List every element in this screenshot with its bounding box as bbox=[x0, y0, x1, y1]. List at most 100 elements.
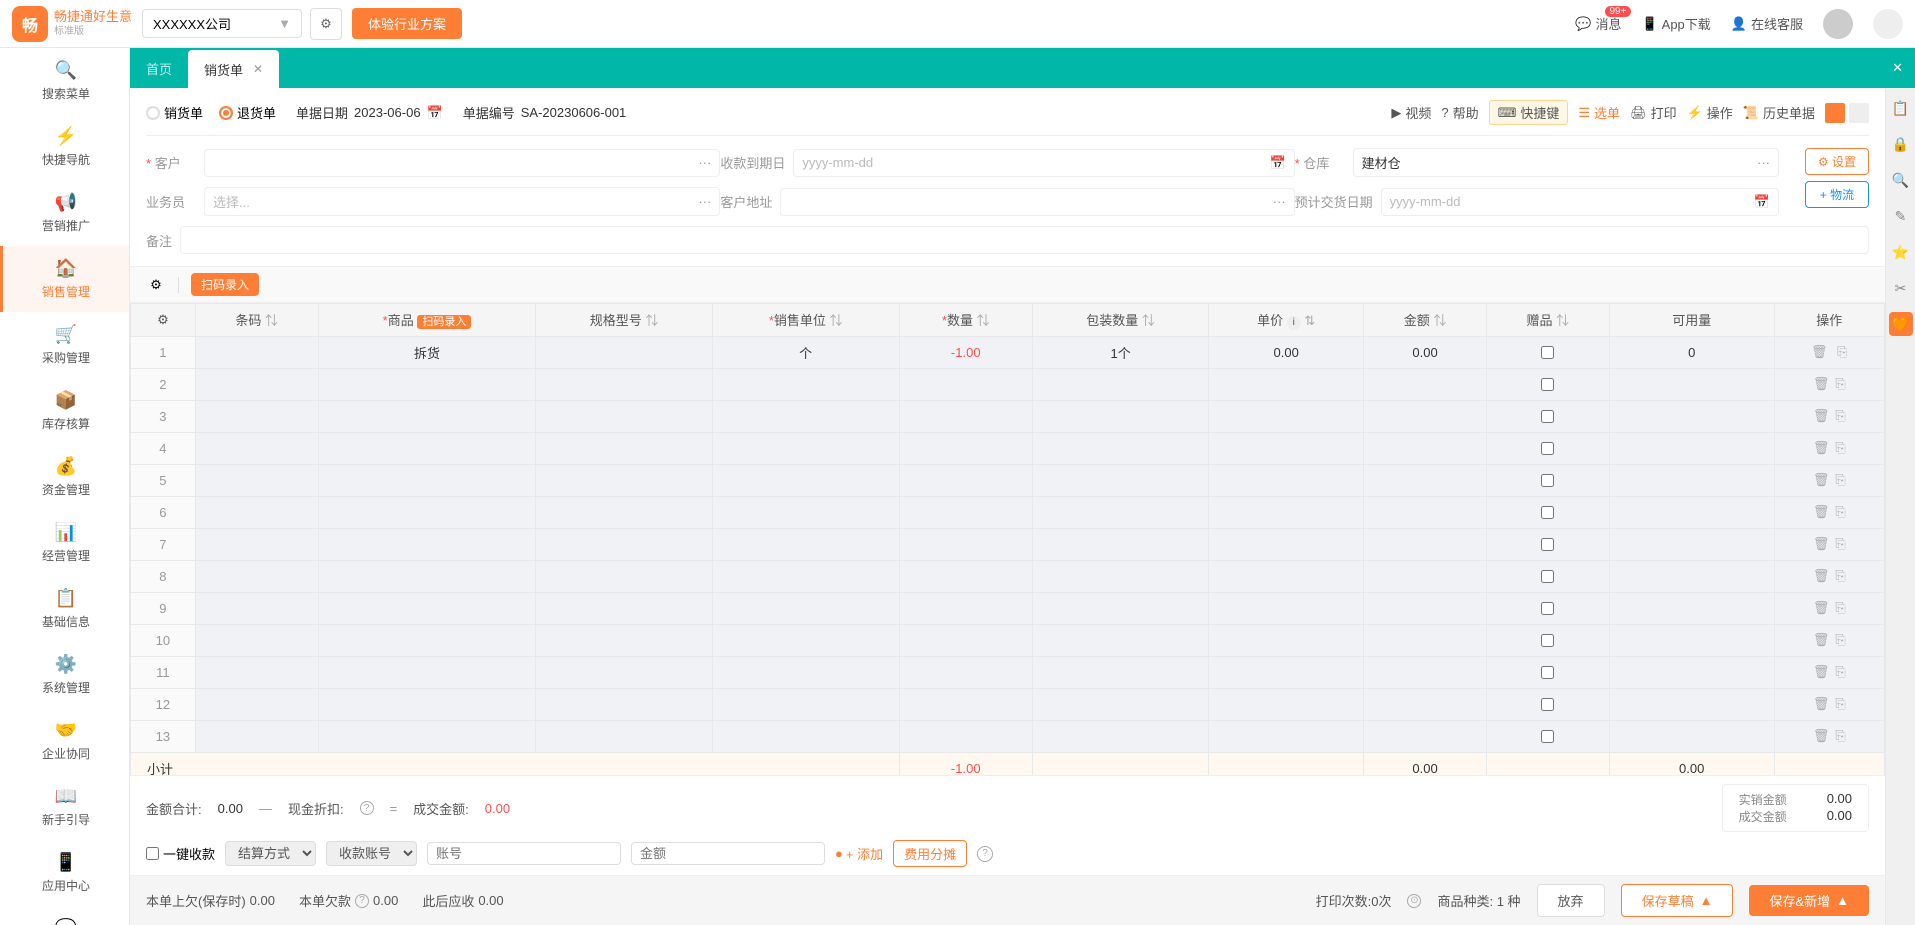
cell-gift[interactable] bbox=[1486, 496, 1609, 528]
th-gift[interactable]: 赠品 ⇅ bbox=[1486, 304, 1609, 337]
app-download-btn[interactable]: 📱 App下载 bbox=[1641, 14, 1710, 33]
history-btn[interactable]: 📜 历史单据 bbox=[1743, 103, 1815, 122]
amount-input[interactable] bbox=[427, 842, 621, 865]
cell-barcode[interactable] bbox=[195, 400, 318, 432]
delete-icon[interactable]: 🗑 bbox=[1813, 440, 1830, 455]
cell-spec[interactable] bbox=[536, 592, 712, 624]
cell-gift[interactable] bbox=[1486, 720, 1609, 752]
cell-barcode[interactable] bbox=[195, 656, 318, 688]
cell-amount[interactable] bbox=[1364, 528, 1487, 560]
gift-checkbox[interactable] bbox=[1541, 474, 1554, 487]
calc-method-select[interactable]: 结算方式 bbox=[225, 841, 316, 866]
sidebar-item-inventory[interactable]: 📦 库存核算 bbox=[0, 378, 129, 444]
cell-gift[interactable] bbox=[1486, 688, 1609, 720]
cell-product[interactable] bbox=[318, 720, 536, 752]
gift-checkbox[interactable] bbox=[1541, 634, 1554, 647]
gift-checkbox[interactable] bbox=[1541, 346, 1554, 359]
delete-icon[interactable]: 🗑 bbox=[1813, 632, 1830, 647]
delete-icon[interactable]: 🗑 bbox=[1813, 600, 1830, 615]
cell-pkg-qty[interactable] bbox=[1032, 528, 1208, 560]
delete-icon[interactable]: 🗑 bbox=[1813, 664, 1830, 679]
th-price[interactable]: 单价 i ⇅ bbox=[1209, 304, 1364, 337]
cell-product[interactable] bbox=[318, 560, 536, 592]
panel-icon-3[interactable]: 🔍 bbox=[1889, 168, 1913, 192]
cell-unit[interactable] bbox=[712, 368, 899, 400]
payment-date-input[interactable]: yyyy-mm-dd 📅 bbox=[793, 149, 1294, 177]
gift-checkbox[interactable] bbox=[1541, 666, 1554, 679]
cell-spec[interactable] bbox=[536, 336, 712, 368]
account-select[interactable]: 收款账号 bbox=[326, 841, 417, 866]
cell-gift[interactable] bbox=[1486, 528, 1609, 560]
trial-button[interactable]: 体验行业方案 bbox=[352, 8, 462, 39]
cell-gift[interactable] bbox=[1486, 624, 1609, 656]
customer-dots-icon[interactable]: ··· bbox=[698, 155, 711, 170]
cell-product[interactable] bbox=[318, 432, 536, 464]
cell-qty[interactable] bbox=[899, 400, 1032, 432]
cell-pkg-qty[interactable] bbox=[1032, 560, 1208, 592]
avatar[interactable] bbox=[1823, 9, 1853, 39]
cell-spec[interactable] bbox=[536, 656, 712, 688]
sidebar-item-enterprise[interactable]: 🤝 企业协同 bbox=[0, 708, 129, 774]
cell-price[interactable] bbox=[1209, 400, 1364, 432]
cell-amount[interactable] bbox=[1364, 720, 1487, 752]
delete-icon[interactable]: 🗑 bbox=[1813, 376, 1830, 391]
cell-qty[interactable] bbox=[899, 720, 1032, 752]
table-settings-icon[interactable]: ⚙ bbox=[146, 275, 166, 295]
add-btn[interactable]: ● + 添加 bbox=[835, 844, 883, 863]
th-pkg-qty[interactable]: 包装数量 ⇅ bbox=[1032, 304, 1208, 337]
copy-icon[interactable]: ⎘ bbox=[1835, 600, 1845, 615]
cell-price[interactable] bbox=[1209, 592, 1364, 624]
cell-qty[interactable] bbox=[899, 624, 1032, 656]
list-view-btn[interactable] bbox=[1825, 103, 1845, 123]
cell-amount[interactable] bbox=[1364, 496, 1487, 528]
tab-sales-order[interactable]: 销货单 ✕ bbox=[188, 50, 279, 88]
cell-product[interactable] bbox=[318, 656, 536, 688]
sidebar-item-sales[interactable]: 🏠 销售管理 bbox=[0, 246, 129, 312]
cell-unit[interactable] bbox=[712, 720, 899, 752]
cell-price[interactable] bbox=[1209, 624, 1364, 656]
cell-unit[interactable] bbox=[712, 528, 899, 560]
cell-price[interactable] bbox=[1209, 432, 1364, 464]
copy-icon[interactable]: ⎘ bbox=[1835, 728, 1845, 743]
cell-spec[interactable] bbox=[536, 464, 712, 496]
sidebar-item-finance[interactable]: 💰 资金管理 bbox=[0, 444, 129, 510]
cell-price[interactable]: 0.00 bbox=[1209, 336, 1364, 368]
delete-icon[interactable]: 🗑 bbox=[1813, 568, 1830, 583]
avatar2[interactable] bbox=[1873, 9, 1903, 39]
cell-unit[interactable] bbox=[712, 464, 899, 496]
radio-sales[interactable]: 销货单 bbox=[146, 103, 203, 122]
gift-checkbox[interactable] bbox=[1541, 698, 1554, 711]
cell-price[interactable] bbox=[1209, 688, 1364, 720]
cell-barcode[interactable] bbox=[195, 624, 318, 656]
panel-icon-4[interactable]: ✎ bbox=[1889, 204, 1913, 228]
cell-gift[interactable] bbox=[1486, 592, 1609, 624]
cell-qty[interactable] bbox=[899, 656, 1032, 688]
copy-icon[interactable]: ⎘ bbox=[1835, 536, 1845, 551]
panel-icon-1[interactable]: 📋 bbox=[1889, 96, 1913, 120]
expense-btn[interactable]: 费用分摊 bbox=[893, 840, 967, 867]
cell-pkg-qty[interactable] bbox=[1032, 688, 1208, 720]
cell-barcode[interactable] bbox=[195, 464, 318, 496]
sidebar-item-quicknav[interactable]: ⚡ 快捷导航 bbox=[0, 114, 129, 180]
cell-spec[interactable] bbox=[536, 688, 712, 720]
delete-icon[interactable]: 🗑 bbox=[1813, 408, 1830, 423]
cell-pkg-qty[interactable] bbox=[1032, 592, 1208, 624]
cell-product[interactable] bbox=[318, 688, 536, 720]
cell-pkg-qty[interactable] bbox=[1032, 720, 1208, 752]
cell-price[interactable] bbox=[1209, 368, 1364, 400]
cell-qty[interactable] bbox=[899, 464, 1032, 496]
sidebar-item-purchase[interactable]: 🛒 采购管理 bbox=[0, 312, 129, 378]
cell-qty[interactable] bbox=[899, 560, 1032, 592]
cell-amount[interactable] bbox=[1364, 560, 1487, 592]
cell-barcode[interactable] bbox=[195, 496, 318, 528]
sidebar-item-operations[interactable]: 📊 经营管理 bbox=[0, 510, 129, 576]
payment-calendar-icon[interactable]: 📅 bbox=[1269, 155, 1285, 171]
select-btn[interactable]: ☰ 选单 bbox=[1578, 103, 1620, 122]
scan-btn[interactable]: 扫码录入 bbox=[191, 273, 259, 296]
delete-icon[interactable]: 🗑 bbox=[1811, 344, 1828, 359]
date-value[interactable]: 2023-06-06 bbox=[354, 105, 421, 120]
save-new-btn[interactable]: 保存&新增 ▲ bbox=[1749, 885, 1869, 916]
cell-spec[interactable] bbox=[536, 528, 712, 560]
help-btn[interactable]: ? 帮助 bbox=[1441, 103, 1478, 122]
cell-unit[interactable] bbox=[712, 656, 899, 688]
